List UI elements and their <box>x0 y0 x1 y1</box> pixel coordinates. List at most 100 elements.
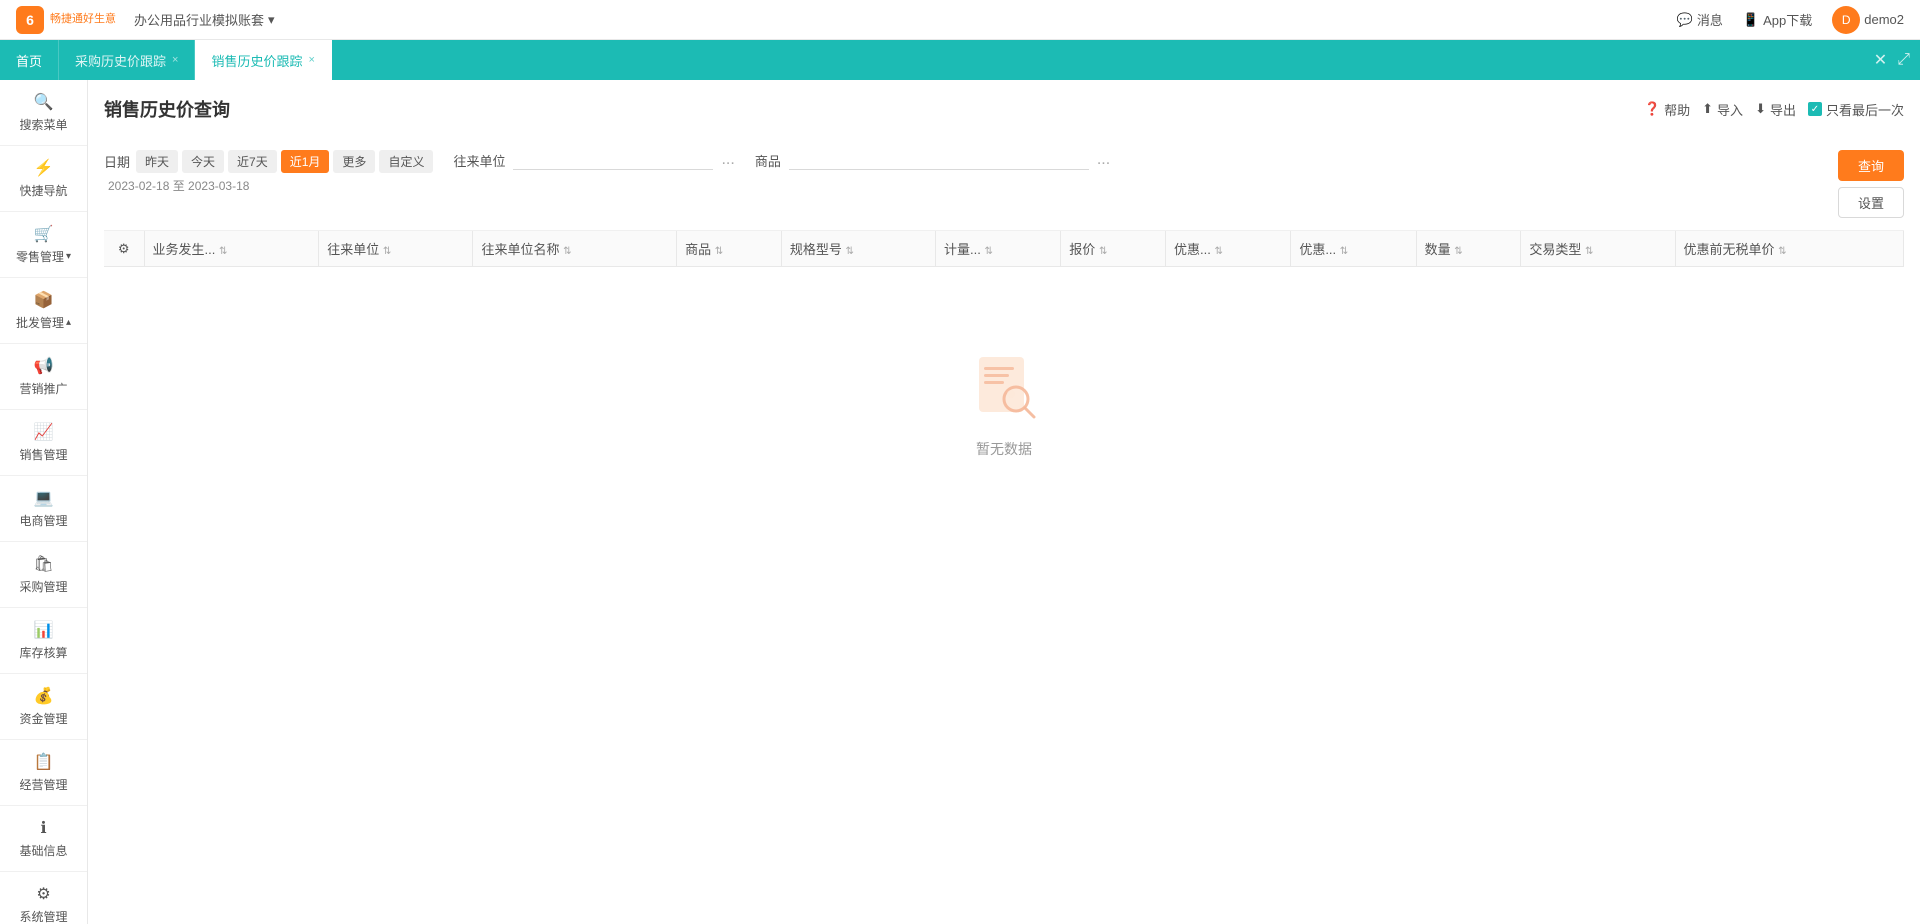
info-icon: ℹ <box>40 818 46 838</box>
close-all-tabs-button[interactable]: ✕ <box>1874 50 1887 70</box>
empty-state: 暂无数据 <box>104 267 1904 539</box>
expand-button[interactable]: ⤢ <box>1897 51 1910 69</box>
app-selector[interactable]: 办公用品行业模拟账套 ▾ <box>126 6 283 33</box>
logo-area: 6 畅捷通好生意 <box>16 6 116 34</box>
data-table: ⚙ 业务发生... ⇅ 往来单位 ⇅ 往来单位名称 <box>104 231 1904 267</box>
sidebar-item-basic-info[interactable]: ℹ 基础信息 <box>0 806 87 872</box>
product-selector-button[interactable]: ... <box>1097 151 1110 169</box>
sidebar: 🔍 搜索菜单 ⚡ 快捷导航 🛒 零售管理 ▾ 📦 批发管理 ▴ 📢 营销推广 <box>0 80 88 924</box>
page-actions: ❓ 帮助 ⬆ 导入 ⬇ 导出 ✓ 只看最后一次 <box>1644 100 1904 119</box>
tab-sales-history-close[interactable]: × <box>308 54 314 66</box>
sort-icon: ⇅ <box>715 246 723 257</box>
col-price[interactable]: 报价 ⇅ <box>1061 231 1166 267</box>
sidebar-item-ops-mgmt[interactable]: 📋 经营管理 <box>0 740 87 806</box>
sidebar-item-sales-mgmt[interactable]: 📈 销售管理 <box>0 410 87 476</box>
counterparty-input[interactable] <box>513 150 713 170</box>
counterparty-label: 往来单位 <box>453 151 505 170</box>
col-business-date[interactable]: 业务发生... ⇅ <box>144 231 319 267</box>
message-button[interactable]: 💬 消息 <box>1677 10 1723 29</box>
top-bar-right: 💬 消息 📱 App下载 D demo2 <box>1677 6 1904 34</box>
finance-icon: 💰 <box>34 686 54 706</box>
col-spec[interactable]: 规格型号 ⇅ <box>781 231 935 267</box>
logo-icon: 6 <box>16 6 44 34</box>
checkbox-icon: ✓ <box>1808 102 1822 116</box>
date-buttons: 昨天 今天 近7天 近1月 更多 自定义 <box>136 150 433 173</box>
chevron-down-icon: ▾ <box>66 251 71 262</box>
sidebar-item-inventory[interactable]: 📊 库存核算 <box>0 608 87 674</box>
tab-purchase-history[interactable]: 采购历史价跟踪 × <box>59 40 195 80</box>
empty-icon <box>964 347 1044 427</box>
top-bar: 6 畅捷通好生意 办公用品行业模拟账套 ▾ 💬 消息 📱 App下载 D dem… <box>0 0 1920 40</box>
sidebar-item-finance-mgmt[interactable]: 💰 资金管理 <box>0 674 87 740</box>
gear-icon: ⚙ <box>36 884 50 904</box>
col-product[interactable]: 商品 ⇅ <box>677 231 782 267</box>
product-input[interactable] <box>789 150 1089 170</box>
sidebar-item-purchase-mgmt[interactable]: 🛍 采购管理 <box>0 542 87 608</box>
col-unit[interactable]: 计量... ⇅ <box>935 231 1060 267</box>
import-icon: ⬆ <box>1702 101 1713 117</box>
date-btn-yesterday[interactable]: 昨天 <box>136 150 178 173</box>
tab-bar-actions: ✕ ⤢ <box>1874 50 1920 70</box>
date-btn-today[interactable]: 今天 <box>182 150 224 173</box>
sidebar-item-marketing[interactable]: 📢 营销推广 <box>0 344 87 410</box>
col-settings[interactable]: ⚙ <box>104 231 144 267</box>
col-quantity[interactable]: 数量 ⇅ <box>1416 231 1521 267</box>
sidebar-item-search-menu[interactable]: 🔍 搜索菜单 <box>0 80 87 146</box>
only-last-checkbox[interactable]: ✓ 只看最后一次 <box>1808 100 1904 119</box>
page-content: 销售历史价查询 ❓ 帮助 ⬆ 导入 ⬇ 导出 ✓ <box>88 80 1920 924</box>
date-range: 2023-02-18 至 2023-03-18 <box>108 179 249 193</box>
logo-text: 畅捷通好生意 <box>50 12 116 26</box>
empty-text: 暂无数据 <box>976 439 1032 459</box>
tab-purchase-history-close[interactable]: × <box>172 54 178 66</box>
marketing-icon: 📢 <box>34 356 54 376</box>
quick-nav-icon: ⚡ <box>34 158 54 178</box>
inventory-icon: 📊 <box>34 620 54 640</box>
page-title-bar: 销售历史价查询 ❓ 帮助 ⬆ 导入 ⬇ 导出 ✓ <box>104 96 1904 122</box>
sort-icon: ⇅ <box>219 246 227 257</box>
col-discount2[interactable]: 优惠... ⇅ <box>1291 231 1416 267</box>
help-button[interactable]: ❓ 帮助 <box>1644 100 1690 119</box>
sidebar-item-quick-nav[interactable]: ⚡ 快捷导航 <box>0 146 87 212</box>
sales-history-tab-label: 销售历史价跟踪 <box>211 51 302 70</box>
tab-sales-history[interactable]: 销售历史价跟踪 × <box>195 40 331 80</box>
tab-home[interactable]: 首页 <box>0 40 59 80</box>
date-btn-more[interactable]: 更多 <box>333 150 375 173</box>
col-counterparty-name[interactable]: 往来单位名称 ⇅ <box>473 231 677 267</box>
import-button[interactable]: ⬆ 导入 <box>1702 100 1743 119</box>
table-header-row: ⚙ 业务发生... ⇅ 往来单位 ⇅ 往来单位名称 <box>104 231 1904 267</box>
settings-button[interactable]: 设置 <box>1838 187 1904 218</box>
download-icon: 📱 <box>1743 12 1759 28</box>
export-icon: ⬇ <box>1755 101 1766 117</box>
sidebar-item-wholesale-mgmt[interactable]: 📦 批发管理 ▴ <box>0 278 87 344</box>
date-btn-custom[interactable]: 自定义 <box>379 150 433 173</box>
content-area: 销售历史价查询 ❓ 帮助 ⬆ 导入 ⬇ 导出 ✓ <box>88 80 1920 924</box>
table-head: ⚙ 业务发生... ⇅ 往来单位 ⇅ 往来单位名称 <box>104 231 1904 267</box>
table-container: ⚙ 业务发生... ⇅ 往来单位 ⇅ 往来单位名称 <box>104 231 1904 539</box>
app-selector-label: 办公用品行业模拟账套 <box>134 10 264 29</box>
home-tab-label: 首页 <box>16 51 42 70</box>
user-profile[interactable]: D demo2 <box>1832 6 1904 34</box>
tab-bar: 首页 采购历史价跟踪 × 销售历史价跟踪 × ✕ ⤢ <box>0 40 1920 80</box>
sidebar-item-ecom-mgmt[interactable]: 💻 电商管理 <box>0 476 87 542</box>
query-button[interactable]: 查询 <box>1838 150 1904 181</box>
message-icon: 💬 <box>1677 12 1693 28</box>
date-btn-1month[interactable]: 近1月 <box>281 150 330 173</box>
settings-icon: ⚙ <box>118 241 130 256</box>
col-counterparty-code[interactable]: 往来单位 ⇅ <box>319 231 473 267</box>
filter-actions: 查询 设置 <box>1838 150 1904 218</box>
export-button[interactable]: ⬇ 导出 <box>1755 100 1796 119</box>
sort-icon: ⇅ <box>1454 246 1462 257</box>
product-label: 商品 <box>755 151 781 170</box>
date-btn-7days[interactable]: 近7天 <box>228 150 277 173</box>
counterparty-selector-button[interactable]: ... <box>721 151 734 169</box>
sidebar-item-retail-mgmt[interactable]: 🛒 零售管理 ▾ <box>0 212 87 278</box>
col-discount1[interactable]: 优惠... ⇅ <box>1166 231 1291 267</box>
col-trade-type[interactable]: 交易类型 ⇅ <box>1521 231 1675 267</box>
col-pre-tax-price[interactable]: 优惠前无税单价 ⇅ <box>1675 231 1904 267</box>
app-download-button[interactable]: 📱 App下载 <box>1743 10 1812 29</box>
empty-illustration-svg <box>964 347 1044 427</box>
purchase-icon: 🛍 <box>33 554 53 574</box>
ecom-icon: 💻 <box>34 488 54 508</box>
sidebar-item-sys-mgmt[interactable]: ⚙ 系统管理 <box>0 872 87 924</box>
ops-icon: 📋 <box>34 752 54 772</box>
